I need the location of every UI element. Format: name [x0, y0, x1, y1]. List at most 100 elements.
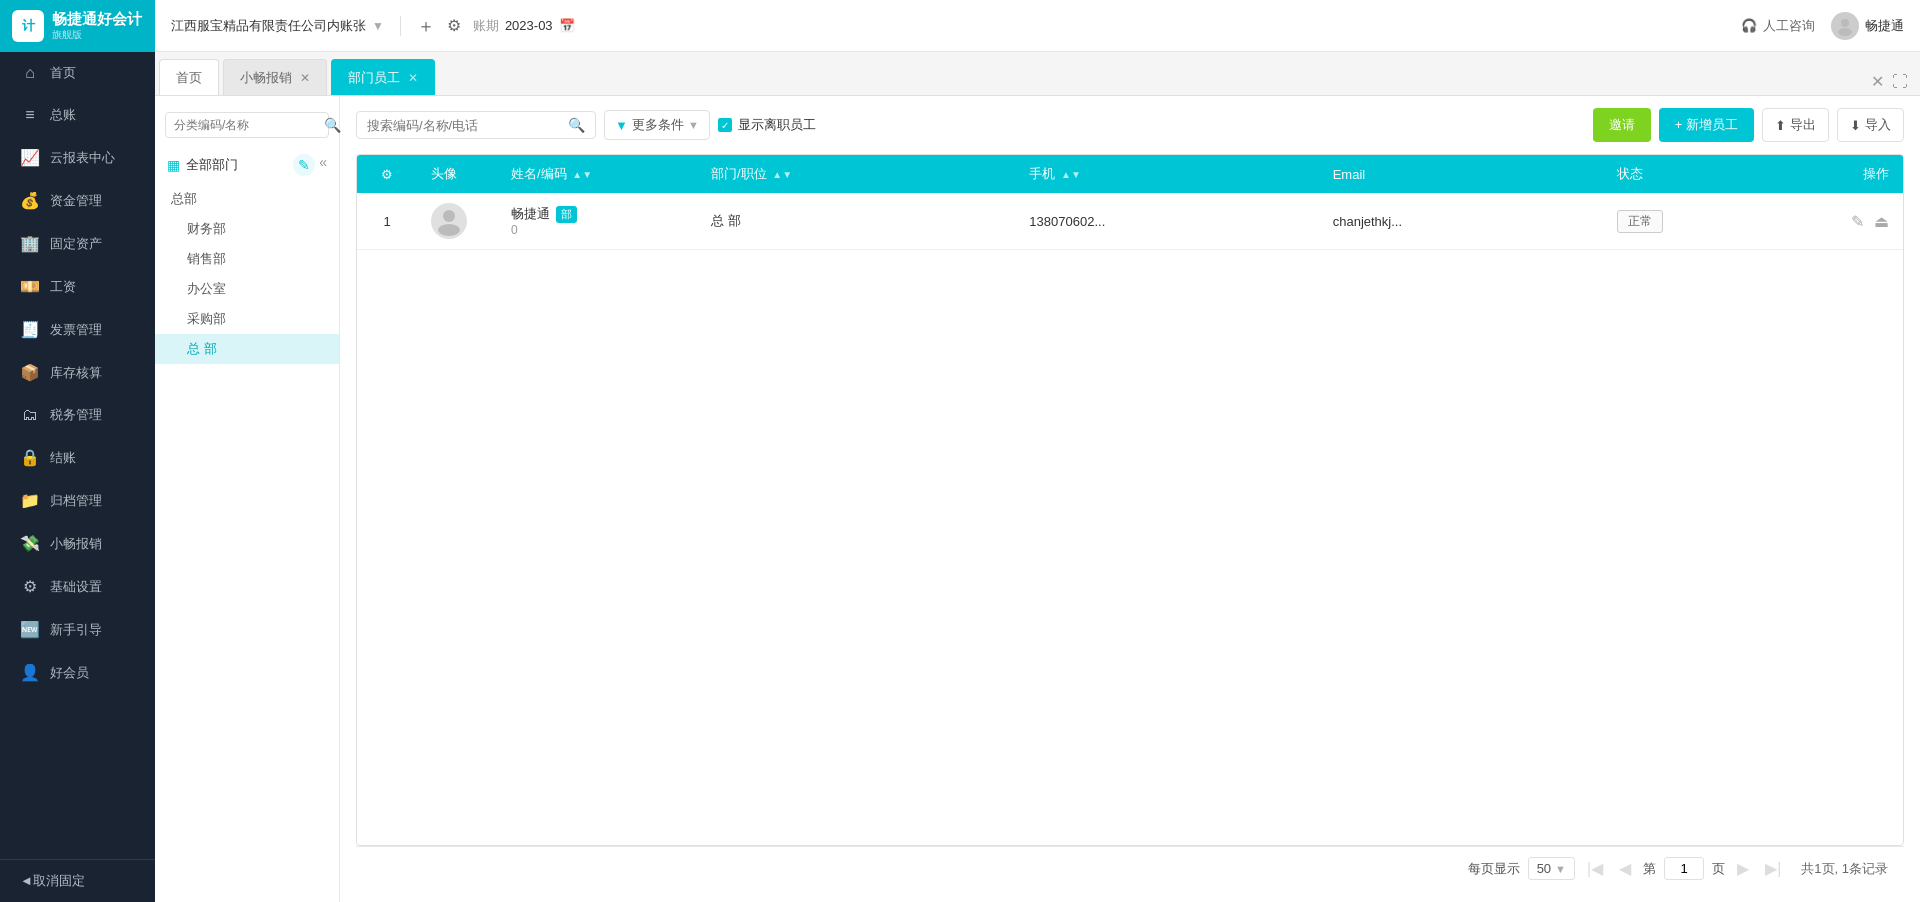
- dept-collapse-icon[interactable]: «: [319, 154, 327, 176]
- expand-icon[interactable]: ⛶: [1892, 73, 1908, 91]
- sort-phone-icon: ▲▼: [1061, 171, 1081, 178]
- tab-dept-close-icon[interactable]: ✕: [408, 71, 418, 85]
- service-button[interactable]: 🎧 人工咨询: [1741, 17, 1815, 35]
- sidebar-item-inventory[interactable]: 📦 库存核算: [0, 351, 155, 394]
- dept-child-office[interactable]: 办公室: [155, 274, 339, 304]
- emp-search-icon[interactable]: 🔍: [568, 117, 585, 133]
- sidebar-item-archive[interactable]: 📁 归档管理: [0, 479, 155, 522]
- sidebar-item-tax[interactable]: 🗂 税务管理: [0, 394, 155, 436]
- page-number-input[interactable]: [1664, 857, 1704, 880]
- add-employee-button[interactable]: + 新增员工: [1659, 108, 1754, 142]
- add-company-button[interactable]: ＋: [417, 14, 435, 38]
- import-button[interactable]: ⬇ 导入: [1837, 108, 1904, 142]
- sidebar-item-close[interactable]: 🔒 结账: [0, 436, 155, 479]
- sidebar-item-invoice[interactable]: 🧾 发票管理: [0, 308, 155, 351]
- dept-child-purchase[interactable]: 采购部: [155, 304, 339, 334]
- dept-search-box[interactable]: 🔍: [165, 112, 329, 138]
- col-status: 状态: [1603, 155, 1763, 193]
- main-area: 江西服宝精品有限责任公司内账张 ▼ ＋ ⚙ 账期 2023-03 📅 🎧 人工咨…: [155, 0, 1920, 902]
- dept-search-input[interactable]: [174, 118, 324, 132]
- page-size-select[interactable]: 50 ▼: [1528, 857, 1575, 880]
- assets-icon: 🏢: [20, 234, 40, 253]
- salary-icon: 💴: [20, 277, 40, 296]
- row-status: 正常: [1603, 193, 1763, 250]
- col-settings[interactable]: ⚙: [357, 155, 417, 193]
- cancel-fixed-button[interactable]: ◄取消固定: [0, 859, 155, 902]
- show-resigned-toggle[interactable]: ✓ 显示离职员工: [718, 116, 816, 134]
- sidebar-item-expense[interactable]: 💸 小畅报销: [0, 522, 155, 565]
- sidebar-item-home[interactable]: ⌂ 首页: [0, 52, 155, 94]
- filter-icon: ▼: [615, 118, 628, 133]
- sidebar-item-settings[interactable]: ⚙ 基础设置: [0, 565, 155, 608]
- settings-icon: ⚙: [20, 577, 40, 596]
- sidebar-item-funds[interactable]: 💰 资金管理: [0, 179, 155, 222]
- sidebar-item-ledger[interactable]: ≡ 总账: [0, 94, 155, 136]
- row-email: chanjethkj...: [1319, 193, 1603, 250]
- inventory-icon: 📦: [20, 363, 40, 382]
- grid-icon: ▦: [167, 157, 180, 173]
- chevron-down-icon: ▼: [372, 19, 384, 33]
- topbar-divider-1: [400, 16, 401, 36]
- status-badge: 正常: [1617, 210, 1663, 233]
- edit-button[interactable]: ✎: [1851, 212, 1864, 231]
- home-icon: ⌂: [20, 64, 40, 82]
- user-name: 畅捷通: [1865, 17, 1904, 35]
- logout-button[interactable]: ⏏: [1874, 212, 1889, 231]
- app-logo[interactable]: 计 畅捷通好会计 旗舰版: [0, 0, 155, 52]
- prev-page-button[interactable]: ◀: [1615, 857, 1635, 880]
- emp-search-box[interactable]: 🔍: [356, 111, 596, 139]
- sidebar-item-guide[interactable]: 🆕 新手引导: [0, 608, 155, 651]
- sidebar-item-salary[interactable]: 💴 工资: [0, 265, 155, 308]
- tab-dept[interactable]: 部门员工 ✕: [331, 59, 435, 95]
- emp-action-buttons: 邀请 + 新增员工 ⬆ 导出 ⬇ 导入: [1593, 108, 1904, 142]
- tab-home[interactable]: 首页: [159, 59, 219, 95]
- last-page-button[interactable]: ▶|: [1761, 857, 1785, 880]
- col-dept-label: 部门/职位: [711, 166, 767, 181]
- sidebar-item-assets[interactable]: 🏢 固定资产: [0, 222, 155, 265]
- dept-child-finance[interactable]: 财务部: [155, 214, 339, 244]
- tab-expense[interactable]: 小畅报销 ✕: [223, 59, 327, 95]
- first-page-button[interactable]: |◀: [1583, 857, 1607, 880]
- row-operations: ✎ ⏏: [1777, 212, 1889, 231]
- dept-badge: 部: [556, 206, 577, 223]
- row-ops: ✎ ⏏: [1763, 193, 1903, 250]
- col-email: Email: [1319, 155, 1603, 193]
- dept-parent-item[interactable]: 总部: [155, 184, 339, 214]
- employee-table: ⚙ 头像 姓名/编码 ▲▼ 部门/职位 ▲▼ 手机: [356, 154, 1904, 846]
- col-ops: 操作: [1763, 155, 1903, 193]
- sidebar-item-contacts[interactable]: 👤 好会员: [0, 651, 155, 694]
- tab-expense-close-icon[interactable]: ✕: [300, 71, 310, 85]
- dept-child-general[interactable]: 总 部: [155, 334, 339, 364]
- sidebar-label-guide: 新手引导: [50, 621, 102, 639]
- user-menu[interactable]: 畅捷通: [1831, 12, 1904, 40]
- topbar: 江西服宝精品有限责任公司内账张 ▼ ＋ ⚙ 账期 2023-03 📅 🎧 人工咨…: [155, 0, 1920, 52]
- company-selector[interactable]: 江西服宝精品有限责任公司内账张 ▼: [171, 17, 384, 35]
- export-icon: ⬆: [1775, 118, 1786, 133]
- page-label: 第: [1643, 860, 1656, 878]
- emp-filter-button[interactable]: ▼ 更多条件 ▼: [604, 110, 710, 140]
- logo-text-block: 畅捷通好会计 旗舰版: [52, 10, 142, 42]
- filter-label: 更多条件: [632, 116, 684, 134]
- close-tab-icon[interactable]: ✕: [1871, 72, 1884, 91]
- invite-button[interactable]: 邀请: [1593, 108, 1651, 142]
- import-icon: ⬇: [1850, 118, 1861, 133]
- col-name[interactable]: 姓名/编码 ▲▼: [497, 155, 697, 193]
- sort-name-icon: ▲▼: [572, 171, 592, 178]
- export-button[interactable]: ⬆ 导出: [1762, 108, 1829, 142]
- tax-icon: 🗂: [20, 406, 40, 424]
- page-total: 共1页, 1条记录: [1801, 860, 1888, 878]
- calendar-icon[interactable]: 📅: [559, 18, 575, 33]
- employee-table-element: ⚙ 头像 姓名/编码 ▲▼ 部门/职位 ▲▼ 手机: [357, 155, 1903, 250]
- next-page-button[interactable]: ▶: [1733, 857, 1753, 880]
- dept-child-sales[interactable]: 销售部: [155, 244, 339, 274]
- col-dept[interactable]: 部门/职位 ▲▼: [697, 155, 1015, 193]
- dept-search-icon[interactable]: 🔍: [324, 117, 341, 133]
- dept-add-button[interactable]: ✎: [293, 154, 315, 176]
- topbar-settings-icon[interactable]: ⚙: [447, 16, 461, 35]
- dept-all-item[interactable]: ▦ 全部部门 ✎ «: [155, 146, 339, 184]
- resigned-checkbox[interactable]: ✓: [718, 118, 732, 132]
- emp-search-input[interactable]: [367, 118, 568, 133]
- dept-child-sales-label: 销售部: [187, 251, 226, 266]
- sidebar-item-reports[interactable]: 📈 云报表中心: [0, 136, 155, 179]
- col-phone[interactable]: 手机 ▲▼: [1015, 155, 1318, 193]
